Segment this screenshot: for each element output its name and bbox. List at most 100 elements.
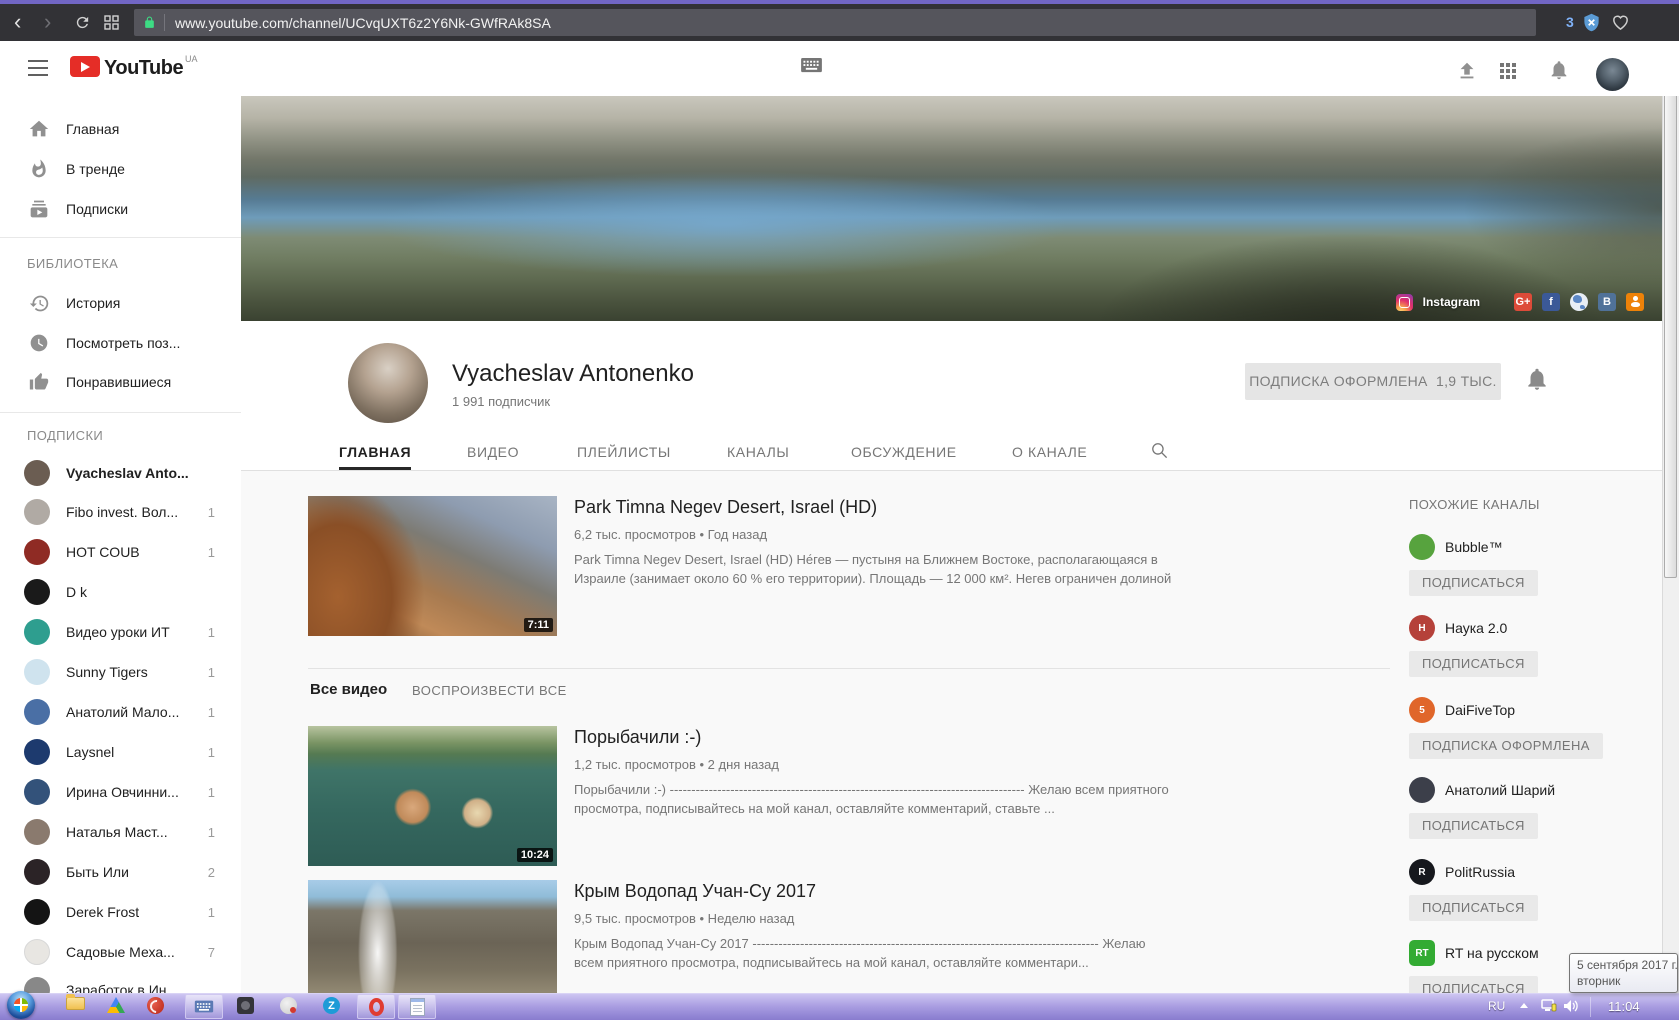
tiles-icon[interactable] (104, 15, 119, 35)
notepad-icon[interactable] (398, 994, 436, 1019)
subscribe-button[interactable]: ПОДПИСАТЬСЯ (1409, 813, 1538, 839)
sidebar-subscription[interactable]: Быть Или 2 (0, 853, 241, 891)
sidebar-subscription[interactable]: D k (0, 573, 241, 611)
new-videos-count: 1 (207, 544, 215, 560)
back-icon[interactable]: ‹ (14, 7, 21, 37)
sidebar-divider (0, 237, 241, 238)
upload-icon[interactable] (1456, 60, 1478, 87)
channel-avatar (24, 499, 50, 525)
explorer-icon[interactable] (66, 994, 85, 1010)
sidebar-subscription[interactable]: Fibo invest. Вол... 1 (0, 493, 241, 531)
sidebar-item-subscriptions[interactable]: Подписки (0, 189, 241, 229)
video-description: Крым Водопад Учан-Су 2017 --------------… (574, 936, 1146, 970)
subscribe-button[interactable]: ПОДПИСАТЬСЯ (1409, 570, 1538, 596)
subscriptions-icon (27, 199, 51, 219)
youtube-logo-text[interactable]: YouTube (104, 57, 184, 80)
sidebar-subscription[interactable]: Sunny Tigers 1 (0, 653, 241, 691)
language-indicator[interactable]: RU (1488, 999, 1505, 1013)
notification-bell-icon[interactable] (1524, 366, 1550, 397)
channel-avatar (24, 859, 50, 885)
world-of-tanks-icon[interactable] (237, 997, 254, 1014)
sidebar-subscription[interactable]: Садовые Меха... 7 (0, 933, 241, 971)
url-text[interactable]: www.youtube.com/channel/UCvqUXT6z2Y6Nk-G… (175, 15, 551, 31)
sidebar-subscription[interactable]: HOT COUB 1 (0, 533, 241, 571)
related-channel[interactable]: RT RT на русском (1409, 940, 1539, 966)
subscribed-button[interactable]: ПОДПИСКА ОФОРМЛЕНА (1409, 733, 1603, 759)
video-thumbnail[interactable]: 10:24 (308, 726, 557, 866)
youtube-logo-icon[interactable] (70, 56, 100, 77)
video-title[interactable]: Порыбачили :-) (574, 727, 701, 748)
sidebar-item-watch-later[interactable]: Посмотреть поз... (0, 323, 241, 363)
tab-videos[interactable]: ВИДЕО (467, 444, 519, 460)
gplus-icon[interactable]: G+ (1514, 293, 1532, 311)
hidden-icons-arrow[interactable] (1520, 1003, 1528, 1008)
instagram-label[interactable]: Instagram (1423, 295, 1480, 309)
url-bar[interactable]: www.youtube.com/channel/UCvqUXT6z2Y6Nk-G… (134, 9, 1536, 36)
channel-avatar (24, 699, 50, 725)
reader-icon[interactable] (280, 997, 297, 1014)
sidebar-subscription[interactable]: Derek Frost 1 (0, 893, 241, 931)
sidebar-item-trending[interactable]: В тренде (0, 149, 241, 189)
ccleaner-icon[interactable] (147, 997, 164, 1014)
website-icon[interactable] (1570, 293, 1588, 311)
user-avatar[interactable] (1596, 58, 1629, 91)
heart-icon[interactable] (1610, 12, 1631, 37)
scrollbar-thumb[interactable] (1664, 62, 1677, 578)
sidebar-subscription[interactable]: Наталья Маст... 1 (0, 813, 241, 851)
featured-video-title[interactable]: Park Timna Negev Desert, Israel (HD) (574, 497, 877, 518)
menu-icon[interactable] (28, 60, 48, 81)
youtube-header: YouTube UA (0, 41, 1679, 96)
watch-later-icon (27, 333, 51, 353)
windows-start-icon[interactable] (7, 991, 35, 1019)
featured-video-thumbnail[interactable]: 7:11 (308, 496, 557, 636)
onscreen-keyboard-icon[interactable] (185, 994, 223, 1019)
subscribed-button[interactable]: ПОДПИСКА ОФОРМЛЕНА 1,9 ТЫС. (1245, 363, 1501, 400)
google-drive-icon[interactable] (107, 997, 125, 1013)
subscribe-button[interactable]: ПОДПИСАТЬСЯ (1409, 895, 1538, 921)
refresh-icon[interactable] (74, 14, 91, 36)
channel-search-icon[interactable] (1150, 441, 1169, 465)
related-channel[interactable]: Анатолий Шарий (1409, 777, 1555, 803)
vk-icon[interactable]: В (1598, 293, 1616, 311)
sidebar-subscription[interactable]: Ирина Овчинни... 1 (0, 773, 241, 811)
odnoklassniki-icon[interactable] (1626, 293, 1644, 311)
video-duration: 10:24 (516, 848, 553, 862)
tab-channels[interactable]: КАНАЛЫ (727, 444, 789, 460)
tab-discussion[interactable]: ОБСУЖДЕНИЕ (851, 444, 957, 460)
keyboard-icon[interactable] (800, 57, 823, 79)
sidebar-subscription[interactable]: Анатолий Мало... 1 (0, 693, 241, 731)
related-channel[interactable]: R PolitRussia (1409, 859, 1515, 885)
video-title[interactable]: Крым Водопад Учан-Су 2017 (574, 881, 816, 902)
related-channel[interactable]: Bubble™ (1409, 534, 1503, 560)
instagram-icon[interactable] (1395, 293, 1413, 311)
sidebar-item-home[interactable]: Главная (0, 109, 241, 149)
browser-toolbar: ‹ › www.youtube.com/channel/UCvqUXT6z2Y6… (0, 4, 1679, 41)
network-icon[interactable] (1540, 998, 1557, 1019)
sidebar-subscription[interactable]: Vyacheslav Anto... (0, 454, 241, 492)
subscribe-button[interactable]: ПОДПИСАТЬСЯ (1409, 651, 1538, 677)
volume-icon[interactable] (1562, 998, 1579, 1019)
tab-about[interactable]: О КАНАЛЕ (1012, 444, 1087, 460)
related-channel[interactable]: 5 DaiFiveTop (1409, 697, 1515, 723)
tab-playlists[interactable]: ПЛЕЙЛИСТЫ (577, 444, 671, 460)
channel-avatar-large[interactable] (348, 343, 428, 423)
sidebar-subscription[interactable]: Видео уроки ИТ 1 (0, 613, 241, 651)
zona-icon[interactable]: Z (323, 997, 340, 1014)
channel-avatar (24, 460, 50, 486)
opera-icon[interactable] (357, 994, 395, 1019)
play-all-button[interactable]: ВОСПРОИЗВЕСТИ ВСЕ (412, 683, 567, 698)
related-channel[interactable]: H Наука 2.0 (1409, 615, 1507, 641)
channel-name: Bubble™ (1445, 539, 1503, 555)
notifications-icon[interactable] (1548, 59, 1570, 86)
tab-home[interactable]: ГЛАВНАЯ (339, 444, 411, 460)
sidebar-item-liked[interactable]: Понравившиеся (0, 362, 241, 402)
channel-name: Наука 2.0 (1445, 620, 1508, 636)
sidebar-subscription[interactable]: Laysnel 1 (0, 733, 241, 771)
facebook-icon[interactable]: f (1542, 293, 1560, 311)
apps-icon[interactable] (1500, 63, 1516, 79)
forward-icon[interactable]: › (44, 7, 51, 37)
channel-name: PolitRussia (1445, 864, 1516, 880)
clock[interactable]: 11:04 (1608, 999, 1640, 1014)
sidebar-item-history[interactable]: История (0, 283, 241, 323)
shield-x-icon[interactable] (1582, 12, 1601, 38)
